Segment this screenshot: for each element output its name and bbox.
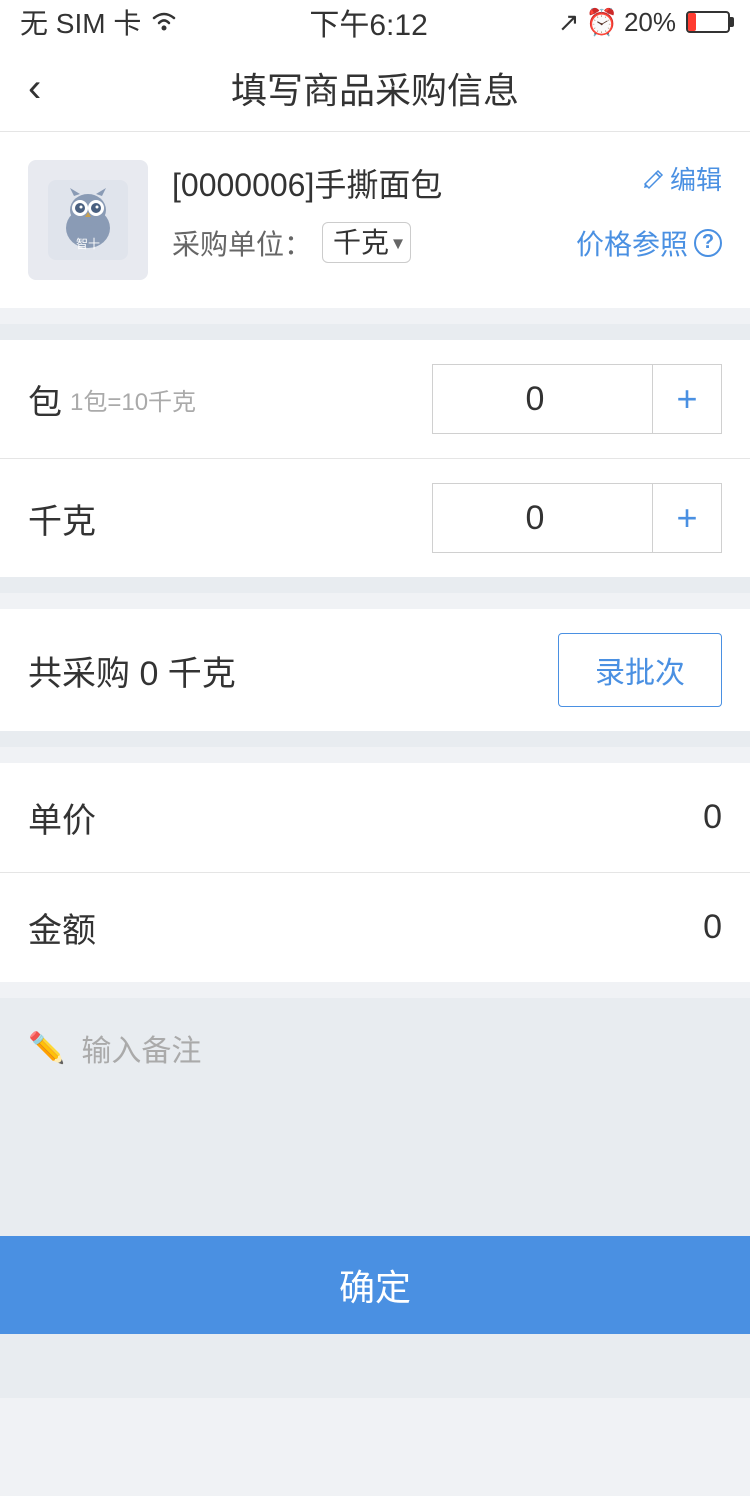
unit-price-row: 单价 0 — [0, 763, 750, 873]
bottom-spacer — [0, 1398, 750, 1496]
kg-label: 千克 — [28, 494, 96, 543]
section-divider-2 — [0, 577, 750, 593]
record-batch-button[interactable]: 录批次 — [558, 633, 722, 707]
amount-value: 0 — [703, 908, 722, 947]
battery-percent: 20% — [624, 7, 676, 38]
product-name: [0000006]手撕面包 — [172, 160, 442, 206]
price-section: 单价 0 金额 0 — [0, 763, 750, 982]
product-section: 智十 [0000006]手撕面包 编辑 采购单位： 千克 — [0, 132, 750, 308]
bag-input-right: + — [432, 364, 722, 434]
kg-input-row: 千克 + — [0, 459, 750, 577]
edit-label: 编辑 — [670, 160, 722, 197]
price-ref-button[interactable]: 价格参照 ? — [576, 223, 722, 263]
wifi-icon — [149, 6, 179, 38]
summary-label: 共采购 0 千克 — [28, 646, 236, 695]
confirm-bar[interactable]: 确定 — [0, 1236, 750, 1334]
bag-label: 包 — [28, 375, 62, 424]
kg-plus-button[interactable]: + — [652, 483, 722, 553]
summary-section: 共采购 0 千克 录批次 — [0, 609, 750, 731]
status-bar: 无 SIM 卡 下午6:12 ↗ ⏰ 20% — [0, 0, 750, 44]
kg-input-right: + — [432, 483, 722, 553]
status-time: 下午6:12 — [309, 0, 427, 44]
pencil-icon: ✏️ — [28, 1031, 65, 1066]
section-divider-1 — [0, 324, 750, 340]
price-ref-label: 价格参照 — [576, 223, 688, 263]
confirm-label: 确定 — [339, 1259, 411, 1311]
unit-price-label: 单价 — [28, 793, 96, 842]
product-info: [0000006]手撕面包 编辑 采购单位： 千克 价格 — [172, 160, 722, 263]
product-thumbnail: 智十 — [28, 160, 148, 280]
back-button[interactable]: ‹ — [28, 68, 41, 108]
status-right: ↗ ⏰ 20% — [558, 7, 730, 38]
section-divider-3 — [0, 731, 750, 747]
bag-input-row: 包 1包=10千克 + — [0, 340, 750, 459]
location-icon: ↗ — [558, 7, 580, 38]
status-left: 无 SIM 卡 — [20, 2, 179, 42]
unit-price-value: 0 — [703, 798, 722, 837]
product-top-row: [0000006]手撕面包 编辑 — [172, 160, 722, 206]
summary-row: 共采购 0 千克 录批次 — [0, 609, 750, 731]
note-placeholder: 输入备注 — [81, 1026, 201, 1070]
product-meta: 采购单位： 千克 价格参照 ? — [172, 222, 722, 263]
kg-quantity-input[interactable] — [432, 483, 652, 553]
purchase-unit: 采购单位： 千克 — [172, 222, 411, 263]
page-title: 填写商品采购信息 — [231, 62, 519, 114]
note-section[interactable]: ✏️ 输入备注 — [0, 998, 750, 1098]
alarm-icon: ⏰ — [586, 7, 618, 38]
battery-icon — [686, 11, 730, 33]
amount-label: 金额 — [28, 903, 96, 952]
edit-icon — [642, 168, 664, 190]
purchase-unit-label: 采购单位： — [172, 223, 312, 263]
unit-select-wrapper[interactable]: 千克 — [322, 222, 411, 263]
no-sim-label: 无 SIM 卡 — [20, 2, 141, 42]
bag-sublabel: 1包=10千克 — [70, 382, 196, 417]
bag-plus-button[interactable]: + — [652, 364, 722, 434]
unit-select[interactable]: 千克 — [322, 222, 411, 263]
input-section: 包 1包=10千克 + 千克 + — [0, 340, 750, 577]
bag-quantity-input[interactable] — [432, 364, 652, 434]
edit-button[interactable]: 编辑 — [642, 160, 722, 197]
price-ref-help-icon: ? — [694, 229, 722, 257]
amount-row: 金额 0 — [0, 873, 750, 982]
svg-text:智十: 智十 — [76, 236, 100, 251]
nav-bar: ‹ 填写商品采购信息 — [0, 44, 750, 132]
